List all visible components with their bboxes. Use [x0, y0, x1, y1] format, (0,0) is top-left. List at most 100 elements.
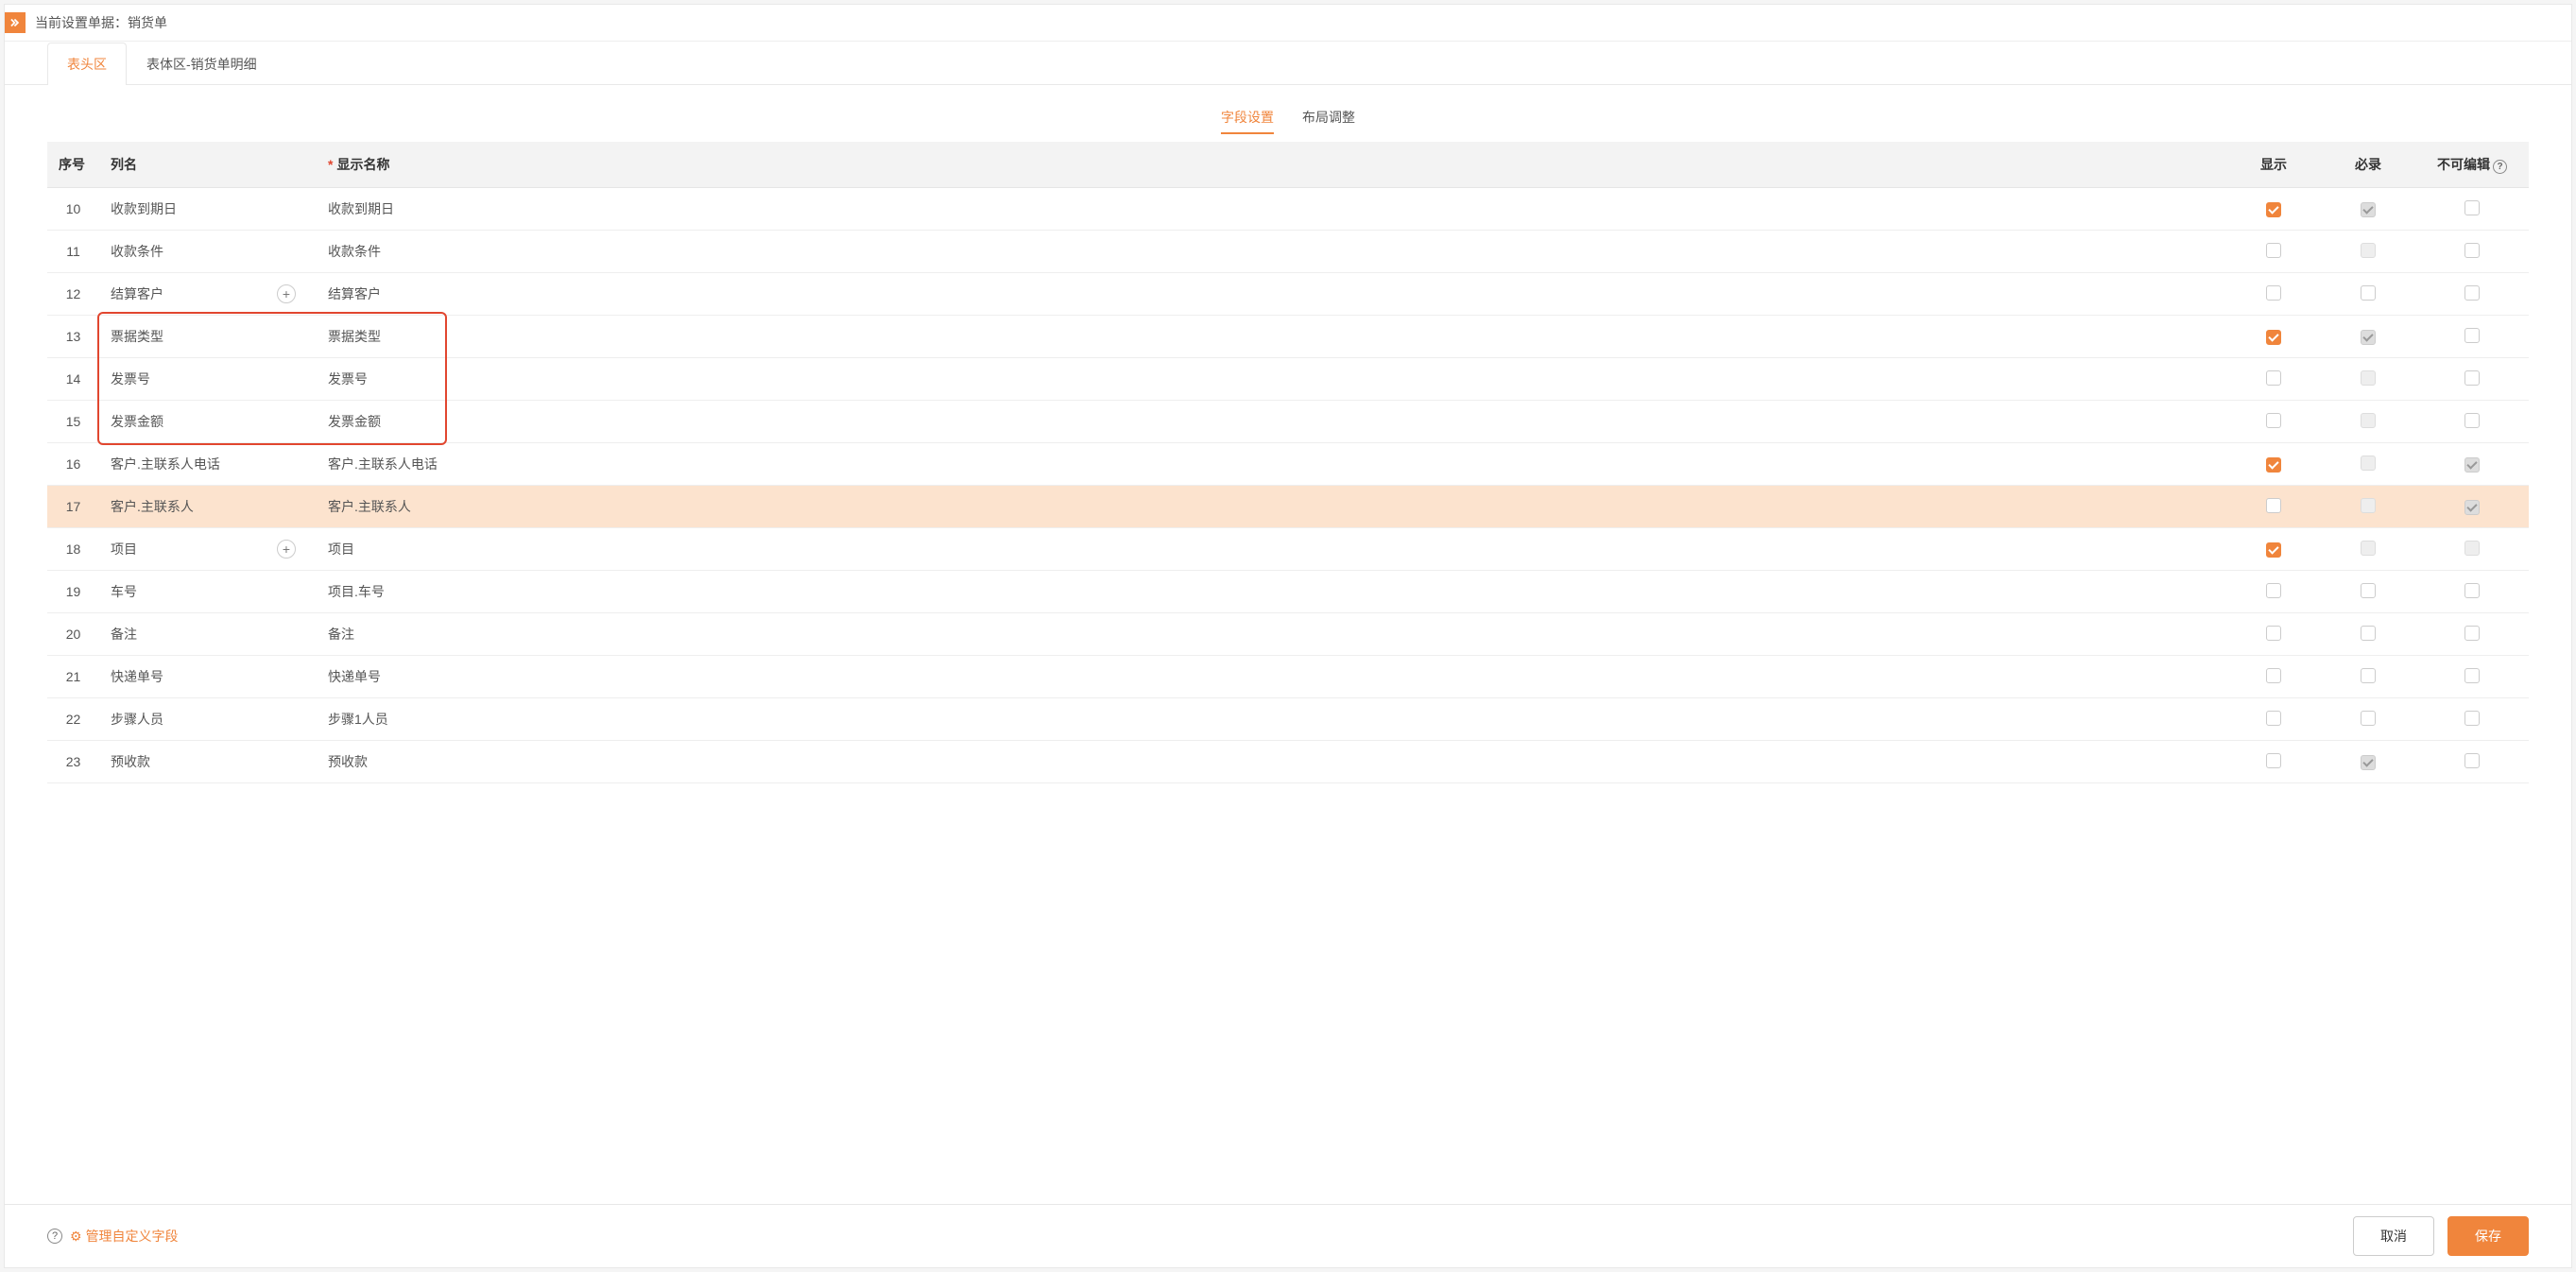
cell-display-name[interactable]: 发票金额	[317, 401, 2226, 443]
cell-noedit	[2415, 188, 2529, 231]
cell-show	[2226, 741, 2321, 783]
tab-0[interactable]: 表头区	[47, 43, 127, 85]
expand-panel-button[interactable]	[5, 12, 26, 33]
checkbox-show[interactable]	[2266, 413, 2281, 428]
sub-tab-0[interactable]: 字段设置	[1221, 102, 1274, 134]
cell-noedit	[2415, 231, 2529, 273]
cell-required	[2321, 528, 2415, 571]
cell-display-name[interactable]: 项目.车号	[317, 571, 2226, 613]
checkbox-required	[2361, 456, 2376, 471]
cell-required	[2321, 316, 2415, 358]
table-row: 21快递单号快递单号	[47, 656, 2529, 698]
checkbox-show[interactable]	[2266, 202, 2281, 217]
cell-noedit	[2415, 741, 2529, 783]
col-header-show: 显示	[2226, 142, 2321, 188]
checkbox-noedit[interactable]	[2464, 626, 2480, 641]
cell-show	[2226, 358, 2321, 401]
checkbox-required	[2361, 202, 2376, 217]
help-icon[interactable]: ?	[2493, 160, 2507, 174]
save-button[interactable]: 保存	[2447, 1216, 2529, 1256]
checkbox-show[interactable]	[2266, 542, 2281, 558]
cell-name: 预收款	[99, 741, 317, 783]
checkbox-noedit[interactable]	[2464, 328, 2480, 343]
cell-show	[2226, 188, 2321, 231]
add-field-button[interactable]: +	[277, 284, 296, 303]
cell-noedit	[2415, 401, 2529, 443]
checkbox-show[interactable]	[2266, 711, 2281, 726]
checkbox-noedit[interactable]	[2464, 413, 2480, 428]
sub-tabs: 字段设置布局调整	[5, 85, 2571, 142]
col-header-noedit: 不可编辑?	[2415, 142, 2529, 188]
cell-noedit	[2415, 528, 2529, 571]
checkbox-noedit[interactable]	[2464, 285, 2480, 301]
cell-show	[2226, 443, 2321, 486]
cell-name: 备注	[99, 613, 317, 656]
checkbox-noedit[interactable]	[2464, 243, 2480, 258]
col-header-required: 必录	[2321, 142, 2415, 188]
cell-required	[2321, 188, 2415, 231]
checkbox-required[interactable]	[2361, 583, 2376, 598]
cell-display-name[interactable]: 收款到期日	[317, 188, 2226, 231]
checkbox-noedit[interactable]	[2464, 583, 2480, 598]
checkbox-noedit[interactable]	[2464, 668, 2480, 683]
checkbox-noedit[interactable]	[2464, 370, 2480, 386]
cell-seq: 10	[47, 188, 99, 231]
cell-required	[2321, 613, 2415, 656]
cell-name: 发票金额	[99, 401, 317, 443]
checkbox-required[interactable]	[2361, 711, 2376, 726]
cancel-button[interactable]: 取消	[2353, 1216, 2434, 1256]
table-row: 15发票金额发票金额	[47, 401, 2529, 443]
checkbox-noedit	[2464, 457, 2480, 473]
cell-display-name[interactable]: 客户.主联系人	[317, 486, 2226, 528]
checkbox-noedit[interactable]	[2464, 200, 2480, 215]
cell-noedit	[2415, 358, 2529, 401]
cell-display-name[interactable]: 备注	[317, 613, 2226, 656]
checkbox-show[interactable]	[2266, 457, 2281, 473]
checkbox-show[interactable]	[2266, 583, 2281, 598]
checkbox-show[interactable]	[2266, 626, 2281, 641]
cell-noedit	[2415, 443, 2529, 486]
cell-name: 项目+	[99, 528, 317, 571]
question-icon[interactable]: ?	[47, 1229, 62, 1244]
add-field-button[interactable]: +	[277, 540, 296, 559]
cell-display-name[interactable]: 发票号	[317, 358, 2226, 401]
manage-custom-fields-link[interactable]: ⚙ 管理自定义字段	[70, 1227, 179, 1246]
checkbox-required[interactable]	[2361, 668, 2376, 683]
cell-name: 发票号	[99, 358, 317, 401]
cell-display-name[interactable]: 收款条件	[317, 231, 2226, 273]
sub-tab-1[interactable]: 布局调整	[1302, 102, 1355, 134]
cell-seq: 12	[47, 273, 99, 316]
cell-name: 客户.主联系人	[99, 486, 317, 528]
checkbox-show[interactable]	[2266, 243, 2281, 258]
checkbox-required[interactable]	[2361, 285, 2376, 301]
cell-display-name[interactable]: 票据类型	[317, 316, 2226, 358]
cell-show	[2226, 528, 2321, 571]
cell-display-name[interactable]: 项目	[317, 528, 2226, 571]
cell-display-name[interactable]: 步骤1人员	[317, 698, 2226, 741]
checkbox-show[interactable]	[2266, 330, 2281, 345]
col-header-name: 列名	[99, 142, 317, 188]
cell-seq: 20	[47, 613, 99, 656]
cell-display-name[interactable]: 客户.主联系人电话	[317, 443, 2226, 486]
checkbox-required[interactable]	[2361, 626, 2376, 641]
cell-name: 结算客户+	[99, 273, 317, 316]
checkbox-noedit[interactable]	[2464, 711, 2480, 726]
checkbox-required	[2361, 370, 2376, 386]
cell-noedit	[2415, 698, 2529, 741]
cell-required	[2321, 571, 2415, 613]
cell-display-name[interactable]: 预收款	[317, 741, 2226, 783]
cell-noedit	[2415, 613, 2529, 656]
checkbox-show[interactable]	[2266, 370, 2281, 386]
checkbox-show[interactable]	[2266, 668, 2281, 683]
cell-display-name[interactable]: 结算客户	[317, 273, 2226, 316]
cell-display-name[interactable]: 快递单号	[317, 656, 2226, 698]
checkbox-show[interactable]	[2266, 498, 2281, 513]
cell-seq: 19	[47, 571, 99, 613]
cell-show	[2226, 273, 2321, 316]
checkbox-show[interactable]	[2266, 753, 2281, 768]
checkbox-noedit[interactable]	[2464, 753, 2480, 768]
cell-name: 收款条件	[99, 231, 317, 273]
tab-1[interactable]: 表体区-销货单明细	[127, 43, 277, 85]
checkbox-show[interactable]	[2266, 285, 2281, 301]
cell-required	[2321, 443, 2415, 486]
